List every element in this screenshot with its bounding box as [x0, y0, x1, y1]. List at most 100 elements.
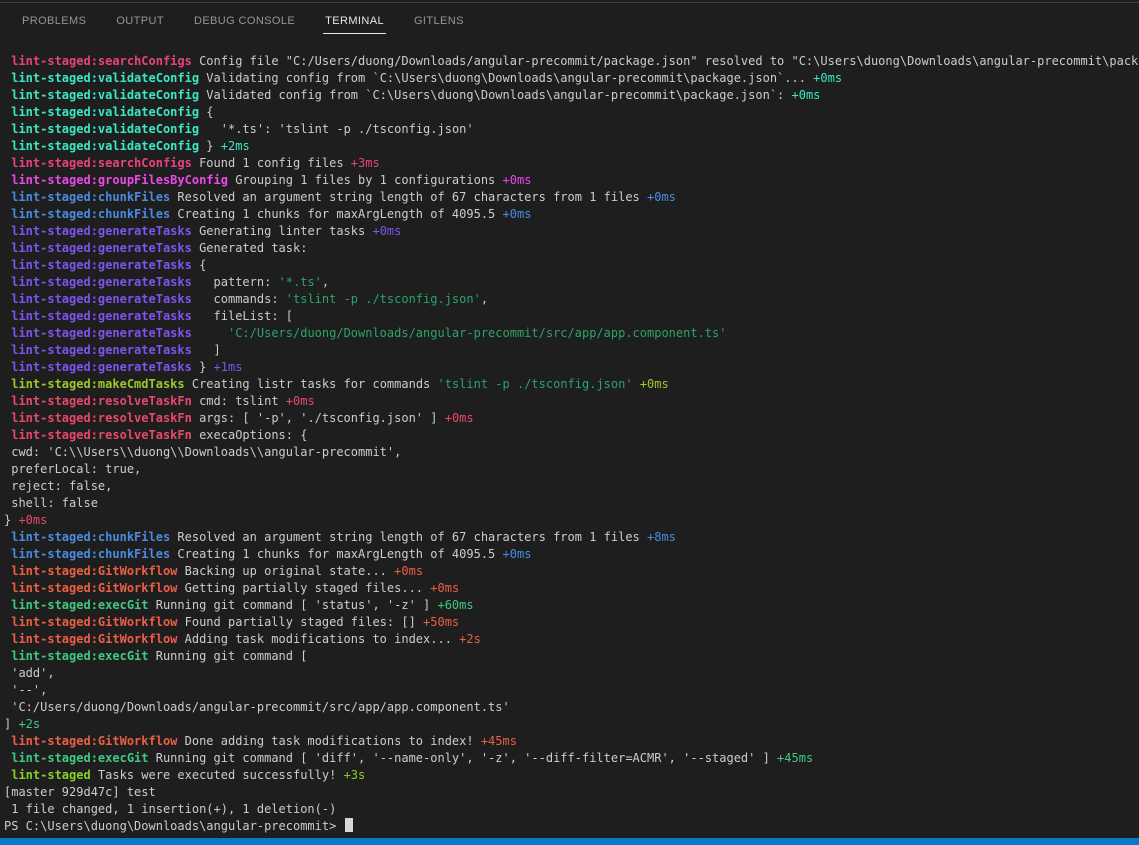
- terminal-line: lint-staged:generateTasks Generated task…: [4, 240, 1139, 257]
- log-segment: lint-staged:validateConfig: [4, 105, 200, 119]
- terminal-line: lint-staged:validateConfig '*.ts': 'tsli…: [4, 121, 1139, 138]
- log-segment: +3ms: [350, 156, 380, 170]
- log-segment: execaOptions: {: [191, 428, 308, 442]
- log-segment: '*.ts': 'tslint -p ./tsconfig.json': [199, 122, 474, 136]
- terminal-line: lint-staged:chunkFiles Creating 1 chunks…: [4, 206, 1139, 223]
- terminal-line: PS C:\Users\duong\Downloads\angular-prec…: [4, 818, 1139, 835]
- terminal-line: ] +2s: [4, 716, 1139, 733]
- terminal-line: reject: false,: [4, 478, 1139, 495]
- terminal-line: cwd: 'C:\\Users\\duong\\Downloads\\angul…: [4, 444, 1139, 461]
- terminal-line: lint-staged:resolveTaskFn execaOptions: …: [4, 427, 1139, 444]
- terminal-line: lint-staged:generateTasks fileList: [: [4, 308, 1139, 325]
- log-segment: lint-staged:generateTasks: [4, 241, 192, 255]
- log-segment: ]: [4, 717, 19, 731]
- log-segment: +3s: [343, 768, 366, 782]
- log-segment: +2ms: [220, 139, 250, 153]
- panel-tabs: PROBLEMS OUTPUT DEBUG CONSOLE TERMINAL GITLE…: [0, 3, 1139, 40]
- log-segment: lint-staged:validateConfig: [4, 122, 200, 136]
- log-segment: Found partially staged files: []: [177, 615, 424, 629]
- terminal-line: lint-staged:execGit Running git command …: [4, 750, 1139, 767]
- tab-problems[interactable]: PROBLEMS: [20, 10, 88, 34]
- log-segment: +2s: [459, 632, 481, 646]
- log-segment: lint-staged:resolveTaskFn: [4, 428, 192, 442]
- log-segment: lint-staged:groupFilesByConfig: [4, 173, 228, 187]
- log-segment: [633, 377, 640, 391]
- log-segment: [master 929d47c] test: [4, 785, 156, 799]
- log-segment: Resolved an argument string length of 67…: [170, 190, 647, 204]
- log-segment: lint-staged:chunkFiles: [4, 190, 171, 204]
- log-segment: Creating 1 chunks for maxArgLength of 40…: [170, 547, 503, 561]
- terminal-line: lint-staged:generateTasks } +1ms: [4, 359, 1139, 376]
- terminal-line: lint-staged:chunkFiles Resolved an argum…: [4, 189, 1139, 206]
- log-segment: Config file "C:/Users/duong/Downloads/an…: [191, 54, 1139, 68]
- log-segment: +0ms: [502, 207, 532, 221]
- tab-gitlens[interactable]: GITLENS: [412, 10, 466, 34]
- log-segment: Creating listr tasks for commands: [184, 377, 438, 391]
- log-segment: cmd: tslint: [191, 394, 286, 408]
- terminal-line: lint-staged:searchConfigs Config file "C…: [4, 53, 1139, 70]
- log-segment: +0ms: [430, 581, 460, 595]
- log-segment: lint-staged:resolveTaskFn: [4, 411, 192, 425]
- log-segment: lint-staged:generateTasks: [4, 326, 192, 340]
- log-segment: lint-staged:generateTasks: [4, 224, 192, 238]
- log-segment: +0ms: [639, 377, 669, 391]
- log-segment: +60ms: [437, 598, 474, 612]
- log-segment: {: [199, 105, 214, 119]
- terminal-line: lint-staged:chunkFiles Resolved an argum…: [4, 529, 1139, 546]
- log-segment: lint-staged:execGit: [4, 598, 149, 612]
- log-segment: Validated config from `C:\Users\duong\Do…: [199, 88, 792, 102]
- tab-terminal[interactable]: TERMINAL: [323, 10, 386, 34]
- terminal-line: lint-staged:GitWorkflow Adding task modi…: [4, 631, 1139, 648]
- log-segment: 'C:/Users/duong/Downloads/angular-precom…: [227, 326, 727, 340]
- log-segment: Getting partially staged files...: [177, 581, 431, 595]
- log-segment: +45ms: [480, 734, 517, 748]
- log-segment: lint-staged:resolveTaskFn: [4, 394, 192, 408]
- log-segment: lint-staged:chunkFiles: [4, 547, 171, 561]
- log-segment: +0ms: [813, 71, 843, 85]
- terminal-line: preferLocal: true,: [4, 461, 1139, 478]
- log-segment: lint-staged:searchConfigs: [4, 156, 192, 170]
- log-segment: lint-staged:execGit: [4, 751, 149, 765]
- log-segment: lint-staged:GitWorkflow: [4, 615, 178, 629]
- log-segment: Tasks were executed successfully!: [90, 768, 344, 782]
- log-segment: Creating 1 chunks for maxArgLength of 40…: [170, 207, 503, 221]
- log-segment: +0ms: [791, 88, 821, 102]
- log-segment: 'C:/Users/duong/Downloads/angular-precom…: [4, 700, 510, 714]
- log-segment: +2s: [18, 717, 41, 731]
- log-segment: preferLocal: true,: [4, 462, 142, 476]
- log-segment: lint-staged:chunkFiles: [4, 530, 171, 544]
- terminal-line: lint-staged:resolveTaskFn args: [ '-p', …: [4, 410, 1139, 427]
- terminal-line: lint-staged:generateTasks commands: 'tsl…: [4, 291, 1139, 308]
- log-segment: {: [191, 258, 207, 272]
- terminal-line: 'C:/Users/duong/Downloads/angular-precom…: [4, 699, 1139, 716]
- log-segment: Validating config from `C:\Users\duong\D…: [199, 71, 814, 85]
- log-segment: cwd: 'C:\\Users\\duong\\Downloads\\angul…: [4, 445, 402, 459]
- terminal-line: lint-staged Tasks were executed successf…: [4, 767, 1139, 784]
- log-segment: pattern:: [191, 275, 279, 289]
- log-segment: +0ms: [372, 224, 402, 238]
- log-segment: }: [191, 360, 214, 374]
- log-segment: lint-staged:generateTasks: [4, 343, 192, 357]
- terminal-line: lint-staged:validateConfig {: [4, 104, 1139, 121]
- terminal-line: '--',: [4, 682, 1139, 699]
- log-segment: ,: [321, 275, 330, 289]
- log-segment: 1 file changed, 1 insertion(+), 1 deleti…: [4, 802, 337, 816]
- log-segment: lint-staged:searchConfigs: [4, 54, 192, 68]
- terminal-line: lint-staged:generateTasks Generating lin…: [4, 223, 1139, 240]
- terminal-line: lint-staged:generateTasks pattern: '*.ts…: [4, 274, 1139, 291]
- terminal-line: 'add',: [4, 665, 1139, 682]
- terminal-output[interactable]: lint-staged:searchConfigs Config file "C…: [0, 40, 1139, 838]
- tab-debug-console[interactable]: DEBUG CONSOLE: [192, 10, 297, 34]
- log-segment: +0ms: [394, 564, 424, 578]
- tab-output[interactable]: OUTPUT: [114, 10, 166, 34]
- log-segment: [192, 326, 228, 340]
- log-segment: shell: false: [4, 496, 98, 510]
- log-segment: args: [ '-p', './tsconfig.json' ]: [191, 411, 445, 425]
- log-segment: Adding task modifications to index...: [177, 632, 460, 646]
- terminal-line: lint-staged:chunkFiles Creating 1 chunks…: [4, 546, 1139, 563]
- terminal-line: [master 929d47c] test: [4, 784, 1139, 801]
- log-segment: Running git command [ 'status', '-z' ]: [148, 598, 438, 612]
- log-segment: ,: [480, 292, 489, 306]
- terminal-line: lint-staged:validateConfig Validated con…: [4, 87, 1139, 104]
- terminal-line: shell: false: [4, 495, 1139, 512]
